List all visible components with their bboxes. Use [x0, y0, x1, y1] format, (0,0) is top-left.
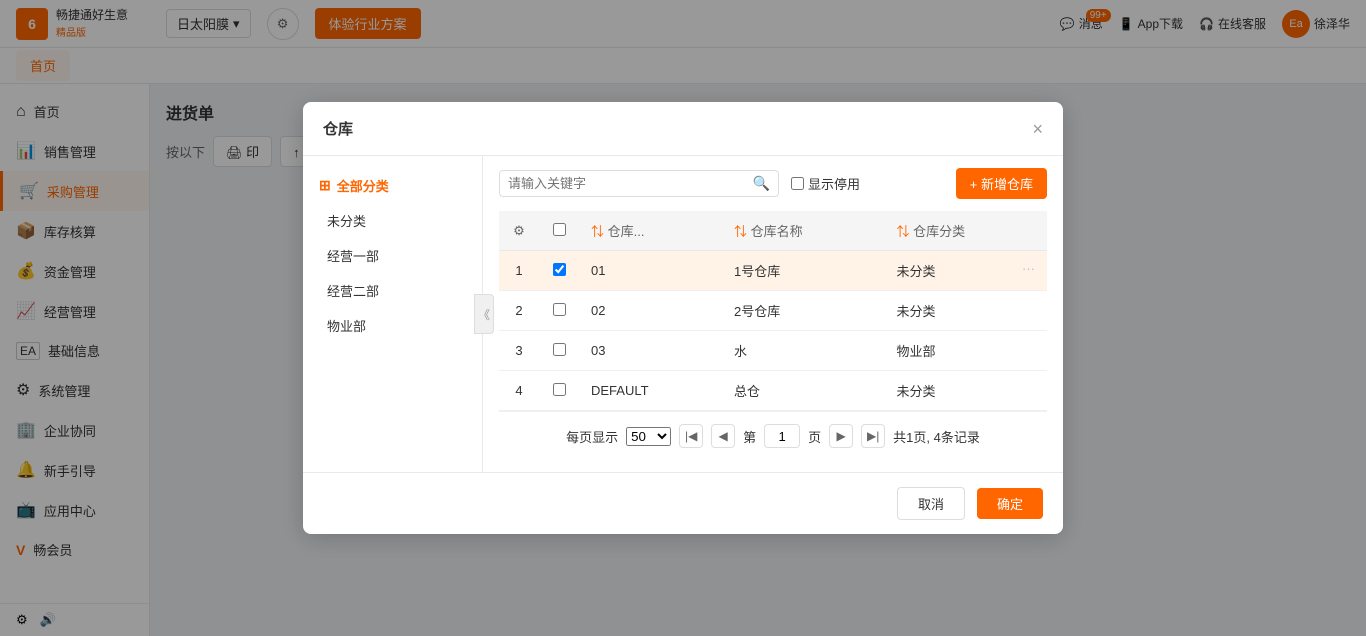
per-page-select[interactable]: 50 10 20 100: [626, 427, 671, 446]
table-toolbar: 🔍 显示停用 + 新增仓库: [499, 168, 1047, 199]
row-code: 01: [579, 251, 722, 291]
row-checkbox[interactable]: [553, 303, 566, 316]
category-unclassified[interactable]: 未分类: [303, 203, 482, 238]
last-page-button[interactable]: ▶|: [861, 424, 885, 448]
dialog-overlay: 仓库 × ⊞ 全部分类 《 未分类 经营一部 经营二部: [0, 0, 1366, 636]
table-row[interactable]: 1 01 1号仓库 未分类···: [499, 251, 1047, 291]
warehouse-table: ⚙ ⇅ 仓库... ⇅ 仓库名称: [499, 211, 1047, 411]
col-checkbox: [539, 211, 579, 251]
col-name[interactable]: ⇅ 仓库名称: [722, 211, 884, 251]
category-panel: ⊞ 全部分类 《 未分类 经营一部 经营二部 物业部: [303, 156, 483, 472]
search-box: 🔍: [499, 170, 779, 197]
col-code[interactable]: ⇅ 仓库...: [579, 211, 722, 251]
page-input[interactable]: [764, 424, 800, 448]
prev-page-button[interactable]: ◀: [711, 424, 735, 448]
per-page-label: 每页显示: [566, 427, 618, 446]
total-info: 共1页, 4条记录: [893, 427, 980, 446]
row-name: 2号仓库: [722, 291, 884, 331]
dialog-body: ⊞ 全部分类 《 未分类 经营一部 经营二部 物业部: [303, 156, 1063, 472]
collapse-panel-button[interactable]: 《: [474, 294, 494, 334]
add-warehouse-button[interactable]: + 新增仓库: [956, 168, 1047, 199]
dialog-header: 仓库 ×: [303, 102, 1063, 156]
warehouse-dialog: 仓库 × ⊞ 全部分类 《 未分类 经营一部 经营二部: [303, 102, 1063, 534]
dialog-footer: 取消 确定: [303, 472, 1063, 534]
col-settings: ⚙: [499, 211, 539, 251]
row-checkbox-cell[interactable]: [539, 331, 579, 371]
row-code: 03: [579, 331, 722, 371]
table-row[interactable]: 4 DEFAULT 总仓 未分类: [499, 371, 1047, 411]
row-index: 1: [499, 251, 539, 291]
search-input[interactable]: [508, 176, 747, 191]
row-index: 3: [499, 331, 539, 371]
show-disabled-input[interactable]: [791, 177, 804, 190]
row-name: 水: [722, 331, 884, 371]
table-row[interactable]: 3 03 水 物业部: [499, 331, 1047, 371]
row-index: 4: [499, 371, 539, 411]
row-checkbox[interactable]: [553, 343, 566, 356]
row-category: 未分类···: [885, 251, 1048, 291]
row-index: 2: [499, 291, 539, 331]
table-panel: 🔍 显示停用 + 新增仓库 ⚙: [483, 156, 1063, 472]
category-operations-2[interactable]: 经营二部: [303, 273, 482, 308]
category-operations-1[interactable]: 经营一部: [303, 238, 482, 273]
dialog-title: 仓库: [323, 118, 353, 139]
search-icon[interactable]: 🔍: [753, 175, 770, 192]
row-category: 未分类: [885, 371, 1048, 411]
row-name: 总仓: [722, 371, 884, 411]
first-page-button[interactable]: |◀: [679, 424, 703, 448]
category-property[interactable]: 物业部: [303, 308, 482, 343]
row-code: 02: [579, 291, 722, 331]
row-checkbox-cell[interactable]: [539, 251, 579, 291]
row-code: DEFAULT: [579, 371, 722, 411]
sort-icon: ⇅: [591, 224, 604, 239]
next-page-button[interactable]: ▶: [829, 424, 853, 448]
row-name: 1号仓库: [722, 251, 884, 291]
select-all-checkbox[interactable]: [553, 223, 566, 236]
page-unit: 页: [808, 427, 821, 446]
show-disabled-checkbox[interactable]: 显示停用: [791, 174, 860, 193]
cancel-button[interactable]: 取消: [897, 487, 965, 520]
all-category-button[interactable]: ⊞ 全部分类: [303, 168, 482, 203]
row-checkbox[interactable]: [553, 263, 566, 276]
row-checkbox-cell[interactable]: [539, 371, 579, 411]
grid-icon: ⊞: [319, 177, 331, 194]
row-category: 未分类: [885, 291, 1048, 331]
page-label: 第: [743, 427, 756, 446]
confirm-button[interactable]: 确定: [977, 488, 1043, 519]
table-row[interactable]: 2 02 2号仓库 未分类: [499, 291, 1047, 331]
close-button[interactable]: ×: [1032, 120, 1043, 138]
row-checkbox[interactable]: [553, 383, 566, 396]
sort-icon3: ⇅: [897, 224, 910, 239]
col-category[interactable]: ⇅ 仓库分类: [885, 211, 1048, 251]
row-category: 物业部: [885, 331, 1048, 371]
row-checkbox-cell[interactable]: [539, 291, 579, 331]
sort-icon2: ⇅: [734, 224, 747, 239]
pagination: 每页显示 50 10 20 100 |◀ ◀ 第 页 ▶ ▶| 共1页, 4条记…: [499, 411, 1047, 460]
